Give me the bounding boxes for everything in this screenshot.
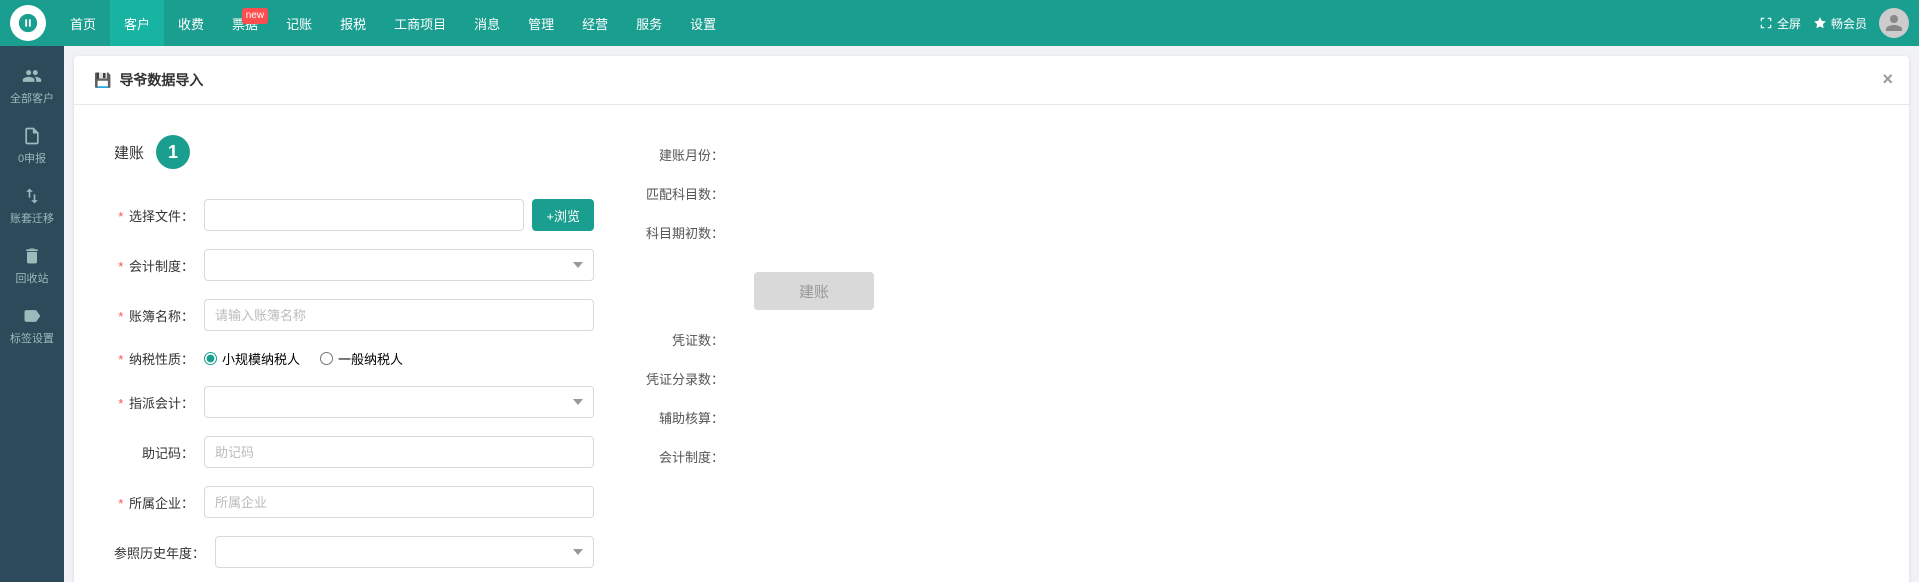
import-icon: 💾 [94,72,111,89]
new-badge: new [242,8,268,24]
general-taxpayer-radio[interactable]: 一般纳税人 [320,349,403,368]
nav-invoice[interactable]: 票据 new [218,0,272,46]
nav-service[interactable]: 服务 [622,0,676,46]
sidebar-item-recycle[interactable]: 回收站 [0,236,64,296]
history-year-label: 参照历史年度： [114,543,205,562]
file-row: * 选择文件： +浏览 [114,199,594,231]
build-month-label: 建账月份： [634,145,724,164]
aux-accounting-label: 辅助核算： [634,408,724,427]
nav-operation[interactable]: 经营 [568,0,622,46]
nav-items: 首页 客户 收费 票据 new 记账 报税 工商项目 消息 管理 经营 服务 设… [56,0,1759,46]
step-circle: 1 [156,135,190,169]
match-subjects-label: 匹配科目数： [634,184,724,203]
panel-header: 💾 导爷数据导入 × [74,56,1909,105]
company-input[interactable] [204,486,594,518]
accountant-label: * 指派会计： [114,393,194,412]
voucher-records-row: 凭证分录数： [634,369,994,388]
nav-manage[interactable]: 管理 [514,0,568,46]
app-logo [10,5,46,41]
accountant-select[interactable] [204,386,594,418]
tax-radio-group: 小规模纳税人 一般纳税人 [204,349,594,368]
step-indicator: 建账 1 [114,135,594,169]
ledger-name-input[interactable] [204,299,594,331]
form-left: 建账 1 * 选择文件： +浏览 [114,135,594,582]
build-month-row: 建账月份： [634,145,994,164]
subject-init-row: 科目期初数： [634,223,994,242]
right-accounting-system-label: 会计制度： [634,447,724,466]
ledger-name-row: * 账簿名称： [114,299,594,331]
fullscreen-button[interactable]: 全屏 [1759,15,1801,32]
sidebar-item-all-customers[interactable]: 全部客户 [0,56,64,116]
nav-home[interactable]: 首页 [56,0,110,46]
aux-accounting-row: 辅助核算： [634,408,994,427]
build-btn-area: 建账 [634,272,994,310]
file-input-group: +浏览 [204,199,594,231]
panel-body: 建账 1 * 选择文件： +浏览 [74,105,1909,582]
nav-bookkeeping[interactable]: 记账 [272,0,326,46]
voucher-records-label: 凭证分录数： [634,369,724,388]
top-navigation: 首页 客户 收费 票据 new 记账 报税 工商项目 消息 管理 经营 服务 设… [0,0,1919,46]
assistant-code-row: 助记码： [114,436,594,468]
nav-settings[interactable]: 设置 [676,0,730,46]
history-year-row: 参照历史年度： [114,536,594,568]
build-account-button[interactable]: 建账 [754,272,874,310]
file-label: * 选择文件： [114,206,194,225]
sidebar-item-tag-settings[interactable]: 标签设置 [0,296,64,356]
step-label: 建账 [114,142,144,163]
nav-customer[interactable]: 客户 [110,0,164,46]
assistant-code-input[interactable] [204,436,594,468]
sidebar: 全部客户 0申报 账套迁移 回收站 标签设置 [0,46,64,582]
main-panel: 💾 导爷数据导入 × 建账 1 [74,56,1909,582]
match-subjects-row: 匹配科目数： [634,184,994,203]
panel-title: 导爷数据导入 [119,70,203,90]
main-content: 💾 导爷数据导入 × 建账 1 [64,46,1919,582]
form-container: 建账 1 * 选择文件： +浏览 [114,135,1869,582]
membership-button[interactable]: 畅会员 [1813,15,1867,32]
file-input[interactable] [204,199,524,231]
nav-billing[interactable]: 收费 [164,0,218,46]
accounting-system-row: * 会计制度： [114,249,594,281]
small-taxpayer-radio[interactable]: 小规模纳税人 [204,349,300,368]
nav-message[interactable]: 消息 [460,0,514,46]
close-button[interactable]: × [1882,70,1893,88]
voucher-label: 凭证数： [634,330,724,349]
sidebar-item-account-transfer[interactable]: 账套迁移 [0,176,64,236]
tax-type-row: * 纳税性质： 小规模纳税人 一般纳税人 [114,349,594,368]
accounting-system-select[interactable] [204,249,594,281]
assistant-code-label: 助记码： [114,443,194,462]
history-year-select[interactable] [215,536,594,568]
user-avatar[interactable] [1879,8,1909,38]
sidebar-item-zero-report[interactable]: 0申报 [0,116,64,176]
ledger-name-label: * 账簿名称： [114,306,194,325]
browse-button[interactable]: +浏览 [532,199,594,231]
right-accounting-system-row: 会计制度： [634,447,994,466]
accounting-system-label: * 会计制度： [114,256,194,275]
voucher-row: 凭证数： [634,330,994,349]
accountant-row: * 指派会计： [114,386,594,418]
nav-right: 全屏 畅会员 [1759,8,1909,38]
company-row: * 所属企业： [114,486,594,518]
nav-tax[interactable]: 报税 [326,0,380,46]
main-layout: 全部客户 0申报 账套迁移 回收站 标签设置 💾 导爷数据导入 × [0,46,1919,582]
nav-business[interactable]: 工商项目 [380,0,460,46]
company-label: * 所属企业： [114,493,194,512]
subject-init-label: 科目期初数： [634,223,724,242]
form-right: 建账月份： 匹配科目数： 科目期初数： 建账 [634,135,994,582]
tax-type-label: * 纳税性质： [114,349,194,368]
